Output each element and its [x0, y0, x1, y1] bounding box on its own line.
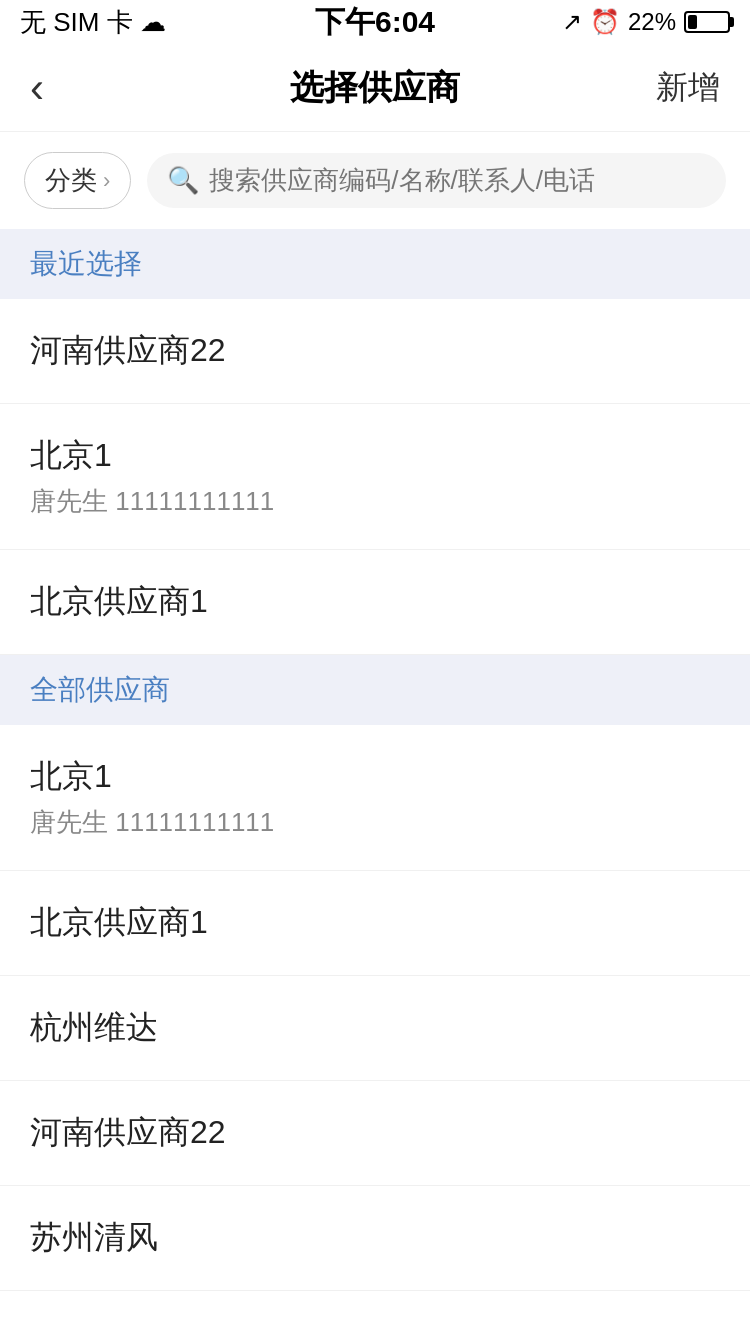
- item-name: 北京供应商1: [30, 901, 720, 945]
- list-item[interactable]: 北京1 唐先生 11111111111: [0, 725, 750, 871]
- filter-bar: 分类 › 🔍: [0, 132, 750, 229]
- back-button[interactable]: ‹: [20, 54, 54, 122]
- item-sub: 唐先生 11111111111: [30, 484, 720, 519]
- all-section-header: 全部供应商: [0, 655, 750, 725]
- search-box: 🔍: [147, 153, 726, 208]
- search-input[interactable]: [209, 165, 706, 196]
- item-name: 苏州清风: [30, 1216, 720, 1260]
- item-sub: 唐先生 11111111111: [30, 805, 720, 840]
- list-item[interactable]: 苏州清风: [0, 1186, 750, 1291]
- status-time: 下午6:04: [315, 2, 435, 43]
- list-item[interactable]: 北京供应商1: [0, 871, 750, 976]
- list-item[interactable]: 北京供应商1: [0, 550, 750, 655]
- item-name: 河南供应商22: [30, 329, 720, 373]
- search-icon: 🔍: [167, 165, 199, 196]
- item-name: 北京1: [30, 434, 720, 478]
- item-name: 北京供应商1: [30, 580, 720, 624]
- all-section-label: 全部供应商: [30, 674, 170, 705]
- list-item[interactable]: 杭州维达: [0, 976, 750, 1081]
- page-title: 选择供应商: [290, 65, 460, 111]
- status-bar: 无 SIM 卡 ☁ 下午6:04 ↗ ⏰ 22%: [0, 0, 750, 44]
- status-indicators: ↗ ⏰ 22%: [562, 8, 730, 36]
- item-name: 杭州维达: [30, 1006, 720, 1050]
- status-network: 无 SIM 卡 ☁: [20, 5, 166, 40]
- recent-items-list: 河南供应商22 北京1 唐先生 11111111111 北京供应商1: [0, 299, 750, 655]
- all-items-list: 北京1 唐先生 11111111111 北京供应商1 杭州维达河南供应商22 苏州清风: [0, 725, 750, 1291]
- list-item[interactable]: 河南供应商22: [0, 299, 750, 404]
- alarm-icon: ⏰: [590, 8, 620, 36]
- category-filter-button[interactable]: 分类 ›: [24, 152, 131, 209]
- list-item[interactable]: 北京1 唐先生 11111111111: [0, 404, 750, 550]
- list-item[interactable]: 河南供应商22: [0, 1081, 750, 1186]
- recent-section-label: 最近选择: [30, 248, 142, 279]
- item-name: 北京1: [30, 755, 720, 799]
- item-name: 河南供应商22: [30, 1111, 720, 1155]
- battery-icon: [684, 11, 730, 33]
- category-label: 分类: [45, 163, 97, 198]
- battery-percent: 22%: [628, 8, 676, 36]
- recent-section-header: 最近选择: [0, 229, 750, 299]
- chevron-right-icon: ›: [103, 168, 110, 194]
- location-icon: ↗: [562, 8, 582, 36]
- add-button[interactable]: 新增: [656, 66, 720, 110]
- nav-bar: ‹ 选择供应商 新增: [0, 44, 750, 132]
